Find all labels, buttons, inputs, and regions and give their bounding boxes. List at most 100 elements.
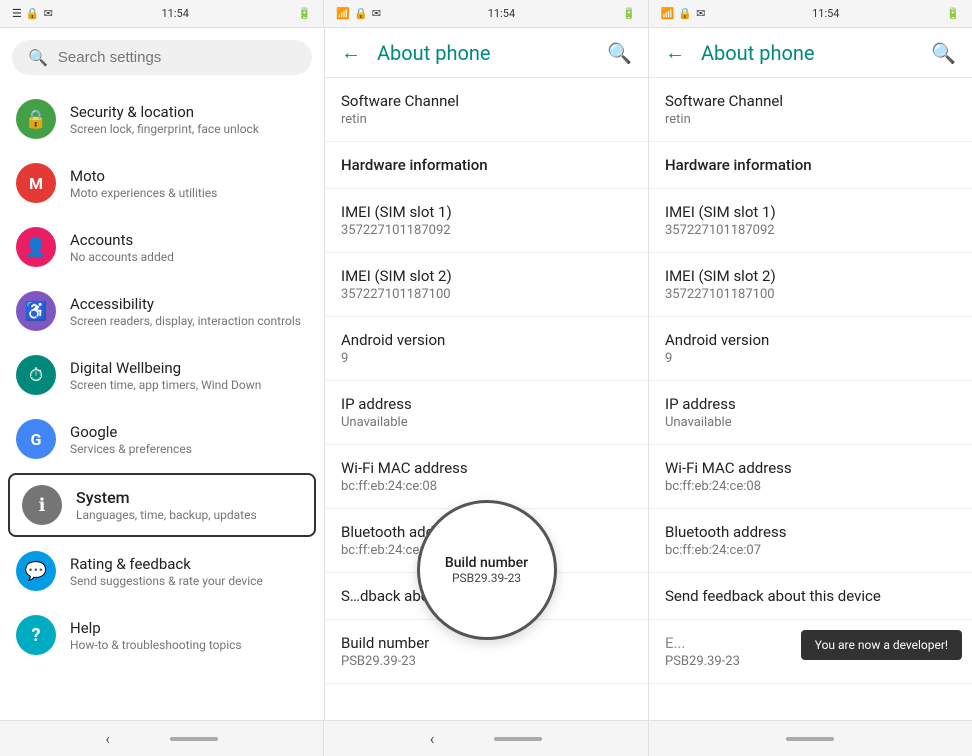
ip-address-item-m[interactable]: IP address Unavailable xyxy=(325,381,648,445)
accessibility-icon: ♿ xyxy=(16,291,56,331)
rating-icon: 💬 xyxy=(16,551,56,591)
build-circle-value: PSB29.39-23 xyxy=(452,571,521,585)
battery-left: 🔋 xyxy=(298,7,312,20)
imei1-item-r[interactable]: IMEI (SIM slot 1) 357227101187092 xyxy=(649,189,972,253)
back-button-middle[interactable]: ← xyxy=(341,40,361,65)
about-header-middle: ← About phone 🔍 xyxy=(325,28,648,78)
settings-panel: 🔍 🔒 Security & location Screen lock, fin… xyxy=(0,28,325,720)
search-button-right[interactable]: 🔍 xyxy=(931,41,956,65)
system-icon: ℹ xyxy=(22,485,62,525)
system-title: System xyxy=(76,488,302,507)
sidebar-item-moto[interactable]: M Moto Moto experiences & utilities xyxy=(0,151,324,215)
sidebar-item-accounts[interactable]: 👤 Accounts No accounts added xyxy=(0,215,324,279)
hardware-info-header-m: Hardware information xyxy=(325,142,648,189)
nav-pill-middle xyxy=(494,737,542,741)
security-title: Security & location xyxy=(70,103,308,121)
help-icon: ? xyxy=(16,615,56,655)
accounts-title: Accounts xyxy=(70,231,308,249)
sidebar-item-google[interactable]: G Google Services & preferences xyxy=(0,407,324,471)
status-bar-left: ☰ 🔒 ✉ 11:54 🔋 xyxy=(0,0,324,27)
status-icons-left: ☰ 🔒 ✉ xyxy=(12,7,53,20)
digitalwellbeing-subtitle: Screen time, app timers, Wind Down xyxy=(70,378,308,392)
imei2-item-m[interactable]: IMEI (SIM slot 2) 357227101187100 xyxy=(325,253,648,317)
android-version-item-r[interactable]: Android version 9 xyxy=(649,317,972,381)
android-version-item-m[interactable]: Android version 9 xyxy=(325,317,648,381)
status-bar: ☰ 🔒 ✉ 11:54 🔋 📶 🔒 ✉ 11:54 🔋 📶 🔒 ✉ 11:54 … xyxy=(0,0,972,28)
ip-address-item-r[interactable]: IP address Unavailable xyxy=(649,381,972,445)
google-title: Google xyxy=(70,423,308,441)
bluetooth-item-r[interactable]: Bluetooth address bc:ff:eb:24:ce:07 xyxy=(649,509,972,573)
sidebar-item-security[interactable]: 🔒 Security & location Screen lock, finge… xyxy=(0,87,324,151)
send-feedback-item-r[interactable]: Send feedback about this device xyxy=(649,573,972,620)
nav-section-left: ‹ xyxy=(0,721,324,756)
message-icon: ✉ xyxy=(44,7,53,20)
rating-subtitle: Send suggestions & rate your device xyxy=(70,574,308,588)
nav-section-right xyxy=(649,721,972,756)
time-middle: 11:54 xyxy=(488,7,515,20)
accessibility-title: Accessibility xyxy=(70,295,308,313)
developer-toast: You are now a developer! xyxy=(801,630,962,660)
sidebar-item-digitalwellbeing[interactable]: ⏱ Digital Wellbeing Screen time, app tim… xyxy=(0,343,324,407)
wifi-mac-item-r[interactable]: Wi-Fi MAC address bc:ff:eb:24:ce:08 xyxy=(649,445,972,509)
notification-icon: ☰ xyxy=(12,7,22,20)
time-left: 11:54 xyxy=(162,7,189,20)
about-panel-middle: ← About phone 🔍 Software Channel retin H… xyxy=(325,28,649,720)
build-number-circle: Build number PSB29.39-23 xyxy=(417,500,557,640)
nav-section-middle: ‹ xyxy=(324,721,648,756)
sidebar-item-help[interactable]: ? Help How-to & troubleshooting topics xyxy=(0,603,324,667)
nav-back-left[interactable]: ‹ xyxy=(105,729,110,748)
time-right: 11:54 xyxy=(812,7,839,20)
signal-icon-r: 📶 xyxy=(661,7,675,20)
accounts-subtitle: No accounts added xyxy=(70,250,308,264)
message-icon-m: ✉ xyxy=(372,7,381,20)
search-icon: 🔍 xyxy=(28,48,48,67)
status-bar-right: 📶 🔒 ✉ 11:54 🔋 xyxy=(649,0,972,27)
sidebar-item-accessibility[interactable]: ♿ Accessibility Screen readers, display,… xyxy=(0,279,324,343)
signal-icon: 📶 xyxy=(336,7,350,20)
lock-icon-r: 🔒 xyxy=(678,7,692,20)
message-icon-r: ✉ xyxy=(696,7,705,20)
help-title: Help xyxy=(70,619,308,637)
lock-icon-m: 🔒 xyxy=(354,7,368,20)
software-channel-item-m[interactable]: Software Channel retin xyxy=(325,78,648,142)
search-bar[interactable]: 🔍 xyxy=(12,40,312,75)
nav-pill-left xyxy=(170,737,218,741)
system-subtitle: Languages, time, backup, updates xyxy=(76,508,302,522)
build-circle-title: Build number xyxy=(445,555,528,571)
status-bar-middle: 📶 🔒 ✉ 11:54 🔋 xyxy=(324,0,648,27)
digitalwellbeing-icon: ⏱ xyxy=(16,355,56,395)
about-title-right: About phone xyxy=(701,41,915,65)
moto-icon: M xyxy=(16,163,56,203)
rating-title: Rating & feedback xyxy=(70,555,308,573)
status-icons-right: 📶 🔒 ✉ xyxy=(661,7,706,20)
digitalwellbeing-title: Digital Wellbeing xyxy=(70,359,308,377)
help-subtitle: How-to & troubleshooting topics xyxy=(70,638,308,652)
software-channel-item-r[interactable]: Software Channel retin xyxy=(649,78,972,142)
accessibility-subtitle: Screen readers, display, interaction con… xyxy=(70,314,308,328)
imei2-item-r[interactable]: IMEI (SIM slot 2) 357227101187100 xyxy=(649,253,972,317)
about-title-middle: About phone xyxy=(377,41,591,65)
accounts-icon: 👤 xyxy=(16,227,56,267)
main-content: 🔍 🔒 Security & location Screen lock, fin… xyxy=(0,28,972,720)
moto-title: Moto xyxy=(70,167,308,185)
imei1-item-m[interactable]: IMEI (SIM slot 1) 357227101187092 xyxy=(325,189,648,253)
search-button-middle[interactable]: 🔍 xyxy=(607,41,632,65)
nav-bar: ‹ ‹ xyxy=(0,720,972,756)
battery-middle: 🔋 xyxy=(622,7,636,20)
lock-icon: 🔒 xyxy=(26,7,40,20)
sidebar-item-system[interactable]: ℹ System Languages, time, backup, update… xyxy=(8,473,316,537)
search-input[interactable] xyxy=(58,49,296,66)
nav-back-middle[interactable]: ‹ xyxy=(430,729,435,748)
security-icon: 🔒 xyxy=(16,99,56,139)
about-panel-right: ← About phone 🔍 Software Channel retin H… xyxy=(649,28,972,720)
sidebar-item-rating[interactable]: 💬 Rating & feedback Send suggestions & r… xyxy=(0,539,324,603)
google-subtitle: Services & preferences xyxy=(70,442,308,456)
battery-right: 🔋 xyxy=(946,7,960,20)
status-icons-middle: 📶 🔒 ✉ xyxy=(336,7,381,20)
hardware-info-header-r: Hardware information xyxy=(649,142,972,189)
nav-pill-right xyxy=(786,737,834,741)
google-icon: G xyxy=(16,419,56,459)
about-header-right: ← About phone 🔍 xyxy=(649,28,972,78)
security-subtitle: Screen lock, fingerprint, face unlock xyxy=(70,122,308,136)
back-button-right[interactable]: ← xyxy=(665,40,685,65)
